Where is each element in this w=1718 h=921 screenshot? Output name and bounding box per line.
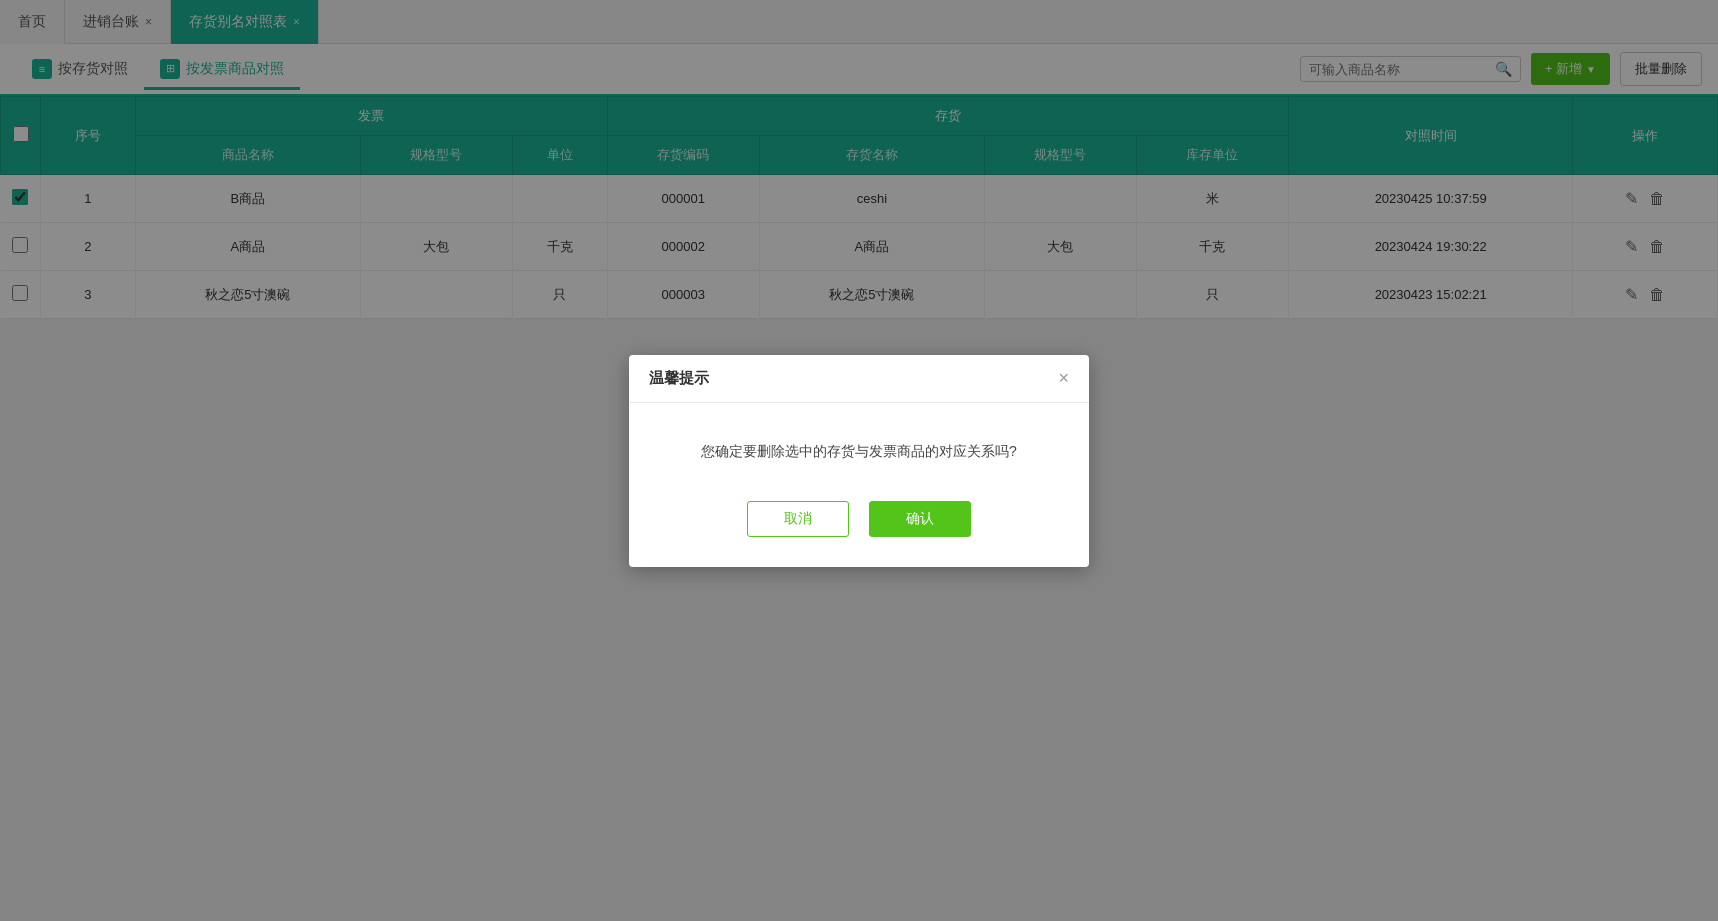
- confirm-dialog: 温馨提示 × 您确定要删除选中的存货与发票商品的对应关系吗? 取消 确认: [629, 355, 1089, 567]
- dialog-title: 温馨提示: [649, 369, 709, 388]
- dialog-message: 您确定要删除选中的存货与发票商品的对应关系吗?: [701, 443, 1017, 459]
- dialog-body: 您确定要删除选中的存货与发票商品的对应关系吗?: [629, 403, 1089, 491]
- cancel-button[interactable]: 取消: [747, 501, 849, 537]
- dialog-footer: 取消 确认: [629, 491, 1089, 567]
- modal-overlay: 温馨提示 × 您确定要删除选中的存货与发票商品的对应关系吗? 取消 确认: [0, 0, 1718, 921]
- confirm-button[interactable]: 确认: [869, 501, 971, 537]
- dialog-header: 温馨提示 ×: [629, 355, 1089, 403]
- dialog-close-button[interactable]: ×: [1058, 369, 1069, 387]
